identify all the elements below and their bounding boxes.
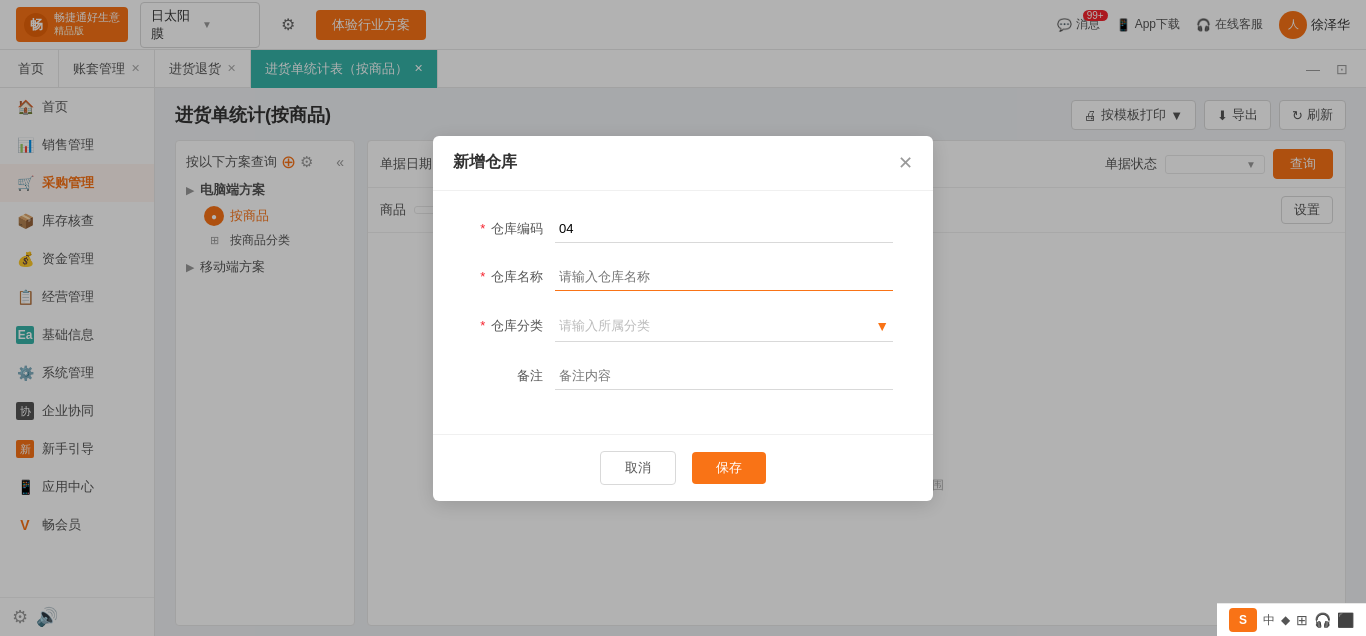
warehouse-category-select[interactable]: 请输入所属分类 ▼ bbox=[555, 311, 893, 342]
headset-status-icon[interactable]: 🎧 bbox=[1314, 612, 1331, 628]
save-button[interactable]: 保存 bbox=[692, 452, 766, 484]
category-required-mark: * bbox=[480, 318, 485, 333]
warehouse-name-input[interactable] bbox=[555, 263, 893, 291]
warehouse-name-row: * 仓库名称 bbox=[473, 263, 893, 291]
category-dropdown-arrow-icon: ▼ bbox=[875, 318, 889, 334]
modal-title: 新增仓库 bbox=[453, 152, 517, 173]
settings-status-icon[interactable]: ⬛ bbox=[1337, 612, 1354, 628]
category-placeholder: 请输入所属分类 bbox=[559, 317, 650, 335]
warehouse-code-input[interactable] bbox=[555, 215, 893, 243]
warehouse-code-row: * 仓库编码 bbox=[473, 215, 893, 243]
code-required-mark: * bbox=[480, 221, 485, 236]
name-label: * 仓库名称 bbox=[473, 268, 543, 286]
status-bar: S 中 ◆ ⊞ 🎧 ⬛ bbox=[1217, 603, 1366, 636]
cancel-button[interactable]: 取消 bbox=[600, 451, 676, 485]
warehouse-note-input[interactable] bbox=[555, 362, 893, 390]
modal-new-warehouse: 新增仓库 ✕ * 仓库编码 * 仓库名称 bbox=[433, 136, 933, 501]
modal-header: 新增仓库 ✕ bbox=[433, 136, 933, 191]
grid-icon[interactable]: ⊞ bbox=[1296, 612, 1308, 628]
modal-body: * 仓库编码 * 仓库名称 * 仓库分类 请输入所属 bbox=[433, 191, 933, 434]
s-logo-icon: S bbox=[1229, 608, 1257, 632]
dot-icon[interactable]: ◆ bbox=[1281, 613, 1290, 627]
category-label: * 仓库分类 bbox=[473, 317, 543, 335]
chinese-input-icon[interactable]: 中 bbox=[1263, 612, 1275, 629]
warehouse-note-row: 备注 bbox=[473, 362, 893, 390]
modal-footer: 取消 保存 bbox=[433, 434, 933, 501]
note-label: 备注 bbox=[473, 367, 543, 385]
code-label: * 仓库编码 bbox=[473, 220, 543, 238]
modal-close-button[interactable]: ✕ bbox=[898, 152, 913, 174]
name-required-mark: * bbox=[480, 269, 485, 284]
modal-overlay: 新增仓库 ✕ * 仓库编码 * 仓库名称 bbox=[0, 0, 1366, 636]
warehouse-category-row: * 仓库分类 请输入所属分类 ▼ bbox=[473, 311, 893, 342]
